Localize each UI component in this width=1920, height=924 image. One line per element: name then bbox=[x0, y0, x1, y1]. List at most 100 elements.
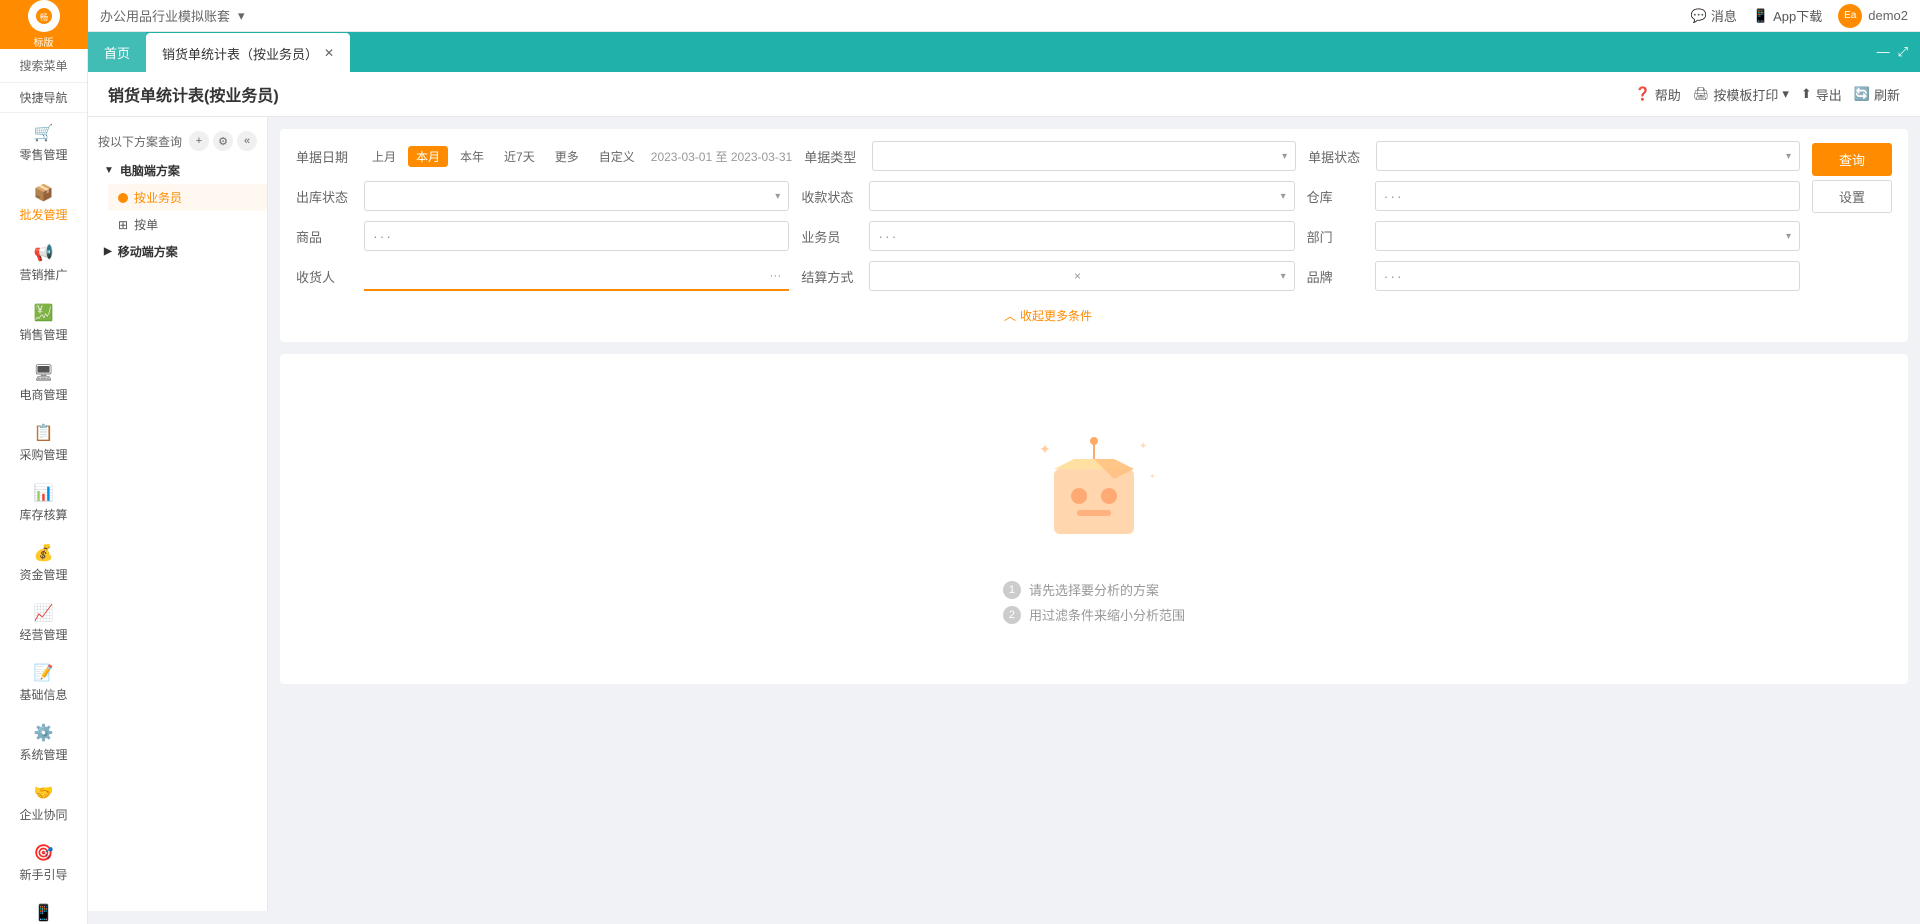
sidebar-item-finance[interactable]: 💰 资金管理 bbox=[0, 533, 87, 593]
sidebar-item-label: 基础信息 bbox=[19, 686, 67, 703]
salesperson-select[interactable]: ··· bbox=[869, 221, 1294, 251]
sidebar-item-appcenter[interactable]: 📱 应用中心 bbox=[0, 893, 87, 924]
payment-status-select[interactable]: ▾ bbox=[869, 181, 1294, 211]
sidebar-item-retail[interactable]: 🛒 零售管理 bbox=[0, 113, 87, 173]
wholesale-icon: 📦 bbox=[34, 183, 54, 203]
salesperson-dot-icon bbox=[118, 193, 128, 203]
tab-close-btn[interactable]: ✕ bbox=[324, 46, 334, 60]
tree-mobile-scheme[interactable]: ▶ 移动端方案 bbox=[88, 238, 267, 265]
panel-add-btn[interactable]: + bbox=[189, 131, 209, 151]
help-btn[interactable]: ❓ 帮助 bbox=[1635, 85, 1681, 104]
brand-dots: ··· bbox=[1384, 268, 1404, 284]
date-range: 2023-03-01 至 2023-03-31 bbox=[651, 148, 792, 165]
refresh-icon: 🔄 bbox=[1854, 86, 1870, 102]
by-salesperson-label: 按业务员 bbox=[134, 189, 182, 206]
brand-select[interactable]: ··· bbox=[1375, 261, 1800, 291]
page-title: 销货单统计表(按业务员) bbox=[108, 82, 279, 106]
empty-state-container: ✦ ✦ ✦ 1 请先选择要分析的方案 2 用过滤条件来缩小分析范围 bbox=[280, 354, 1908, 684]
chevron-right-icon: ▶ bbox=[104, 246, 112, 257]
app-download-label: App下载 bbox=[1773, 6, 1822, 25]
finance-icon: 💰 bbox=[34, 543, 54, 563]
payment-method-clear[interactable]: × bbox=[1074, 269, 1081, 283]
export-btn[interactable]: ⬆ 导出 bbox=[1801, 85, 1842, 104]
payment-method-select[interactable]: × ▾ bbox=[869, 261, 1294, 291]
date-tab-more[interactable]: 更多 bbox=[547, 146, 587, 167]
department-select[interactable]: ▾ bbox=[1375, 221, 1800, 251]
date-tab-last-month[interactable]: 上月 bbox=[364, 146, 404, 167]
warehouse-dots: ··· bbox=[1384, 188, 1404, 204]
user-info[interactable]: Ea demo2 bbox=[1838, 4, 1908, 28]
page-actions: ❓ 帮助 🖨 按模板打印 ▾ ⬆ 导出 🔄 刷新 bbox=[1635, 85, 1900, 104]
panel-header: 按以下方案查询 + ⚙ « bbox=[88, 125, 267, 157]
collapse-label: 收起更多条件 bbox=[1020, 307, 1092, 324]
settings-button[interactable]: 设置 bbox=[1812, 180, 1892, 213]
svg-text:畅: 畅 bbox=[40, 12, 48, 22]
hint-2-text: 用过滤条件来缩小分析范围 bbox=[1029, 605, 1185, 624]
tab-sales-stat[interactable]: 销货单统计表（按业务员） ✕ bbox=[146, 33, 350, 73]
warehouse-select[interactable]: ··· bbox=[1375, 181, 1800, 211]
warehouse-label: 仓库 bbox=[1307, 187, 1367, 206]
hint-2-num: 2 bbox=[1003, 606, 1021, 624]
sidebar-item-newbie[interactable]: 🎯 新手引导 bbox=[0, 833, 87, 893]
sidebar-search[interactable]: 搜索菜单 bbox=[0, 49, 87, 83]
chevron-down-icon: ▼ bbox=[104, 165, 114, 176]
avatar: Ea bbox=[1838, 4, 1862, 28]
sidebar-item-basic[interactable]: 📝 基础信息 bbox=[0, 653, 87, 713]
dropdown-icon[interactable]: ▾ bbox=[238, 8, 245, 24]
filter-row-1: 单据日期 上月 本月 本年 近7天 更多 自定义 2023-03-01 至 20… bbox=[296, 141, 1800, 171]
date-tabs: 上月 本月 本年 近7天 更多 自定义 bbox=[364, 146, 643, 167]
sidebar-item-operations[interactable]: 📈 经营管理 bbox=[0, 593, 87, 653]
panel-settings-btn[interactable]: ⚙ bbox=[213, 131, 233, 151]
logo-subtitle: 标版 bbox=[34, 34, 54, 49]
panel-collapse-btn[interactable]: « bbox=[237, 131, 257, 151]
panel-header-label: 按以下方案查询 bbox=[98, 133, 182, 150]
sidebar-item-label: 批发管理 bbox=[19, 206, 67, 223]
newbie-icon: 🎯 bbox=[34, 843, 54, 863]
query-button[interactable]: 查询 bbox=[1812, 143, 1892, 176]
goods-select[interactable]: ··· bbox=[364, 221, 789, 251]
collapse-chevron-icon: ︿ bbox=[1004, 307, 1016, 324]
payment-method-label: 结算方式 bbox=[801, 267, 861, 286]
purchase-icon: 📋 bbox=[34, 423, 54, 443]
refresh-btn[interactable]: 🔄 刷新 bbox=[1854, 85, 1900, 104]
sidebar-item-inventory[interactable]: 📊 库存核算 bbox=[0, 473, 87, 533]
tab-expand-icon[interactable]: ⤢ bbox=[1898, 44, 1908, 60]
empty-hint-2: 2 用过滤条件来缩小分析范围 bbox=[1003, 605, 1185, 624]
sidebar-item-system[interactable]: ⚙️ 系统管理 bbox=[0, 713, 87, 773]
receiver-input[interactable]: ··· bbox=[364, 261, 789, 291]
date-tab-this-year[interactable]: 本年 bbox=[452, 146, 492, 167]
filter-section: 单据日期 上月 本月 本年 近7天 更多 自定义 2023-03-01 至 20… bbox=[296, 141, 1892, 330]
tree-desktop-scheme[interactable]: ▼ 电脑端方案 bbox=[88, 157, 267, 184]
receiver-dots: ··· bbox=[769, 268, 781, 282]
date-tab-7days[interactable]: 近7天 bbox=[496, 146, 543, 167]
out-status-select[interactable]: ▾ bbox=[364, 181, 789, 211]
message-btn[interactable]: 💬 消息 bbox=[1691, 6, 1737, 25]
sidebar-item-ecommerce[interactable]: 🖥 电商管理 bbox=[0, 353, 87, 413]
enterprise-icon: 🤝 bbox=[34, 783, 54, 803]
sidebar-quick-nav[interactable]: 快捷导航 bbox=[0, 83, 87, 113]
export-icon: ⬆ bbox=[1801, 86, 1812, 102]
tree-item-by-salesperson[interactable]: 按业务员 bbox=[108, 184, 267, 211]
doc-type-select[interactable]: ▾ bbox=[872, 141, 1296, 171]
sidebar-item-sales[interactable]: 💹 销售管理 bbox=[0, 293, 87, 353]
doc-status-select[interactable]: ▾ bbox=[1376, 141, 1800, 171]
sidebar-item-purchase[interactable]: 📋 采购管理 bbox=[0, 413, 87, 473]
tab-minimize-icon[interactable]: — bbox=[1877, 44, 1890, 60]
sidebar-item-wholesale[interactable]: 📦 批发管理 bbox=[0, 173, 87, 233]
app-download-icon: 📱 bbox=[1753, 8, 1769, 24]
app-logo[interactable]: 畅 标版 bbox=[0, 0, 88, 49]
date-tab-custom[interactable]: 自定义 bbox=[591, 146, 643, 167]
app-download-btn[interactable]: 📱 App下载 bbox=[1753, 6, 1822, 25]
sidebar-item-label: 新手引导 bbox=[19, 866, 67, 883]
tree-item-by-order[interactable]: ⊞ 按单 bbox=[108, 211, 267, 238]
sidebar-item-enterprise[interactable]: 🤝 企业协同 bbox=[0, 773, 87, 833]
print-btn[interactable]: 🖨 按模板打印 ▾ bbox=[1693, 85, 1789, 104]
basic-icon: 📝 bbox=[34, 663, 54, 683]
date-tab-this-month[interactable]: 本月 bbox=[408, 146, 448, 167]
svg-text:✦: ✦ bbox=[1039, 441, 1051, 457]
sidebar-item-marketing[interactable]: 📢 营销推广 bbox=[0, 233, 87, 293]
tab-home[interactable]: 首页 bbox=[88, 32, 146, 72]
collapse-btn[interactable]: ︿ 收起更多条件 bbox=[998, 301, 1098, 330]
filter-row-2: 出库状态 ▾ 收款状态 ▾ bbox=[296, 181, 1800, 211]
system-icon: ⚙️ bbox=[34, 723, 54, 743]
